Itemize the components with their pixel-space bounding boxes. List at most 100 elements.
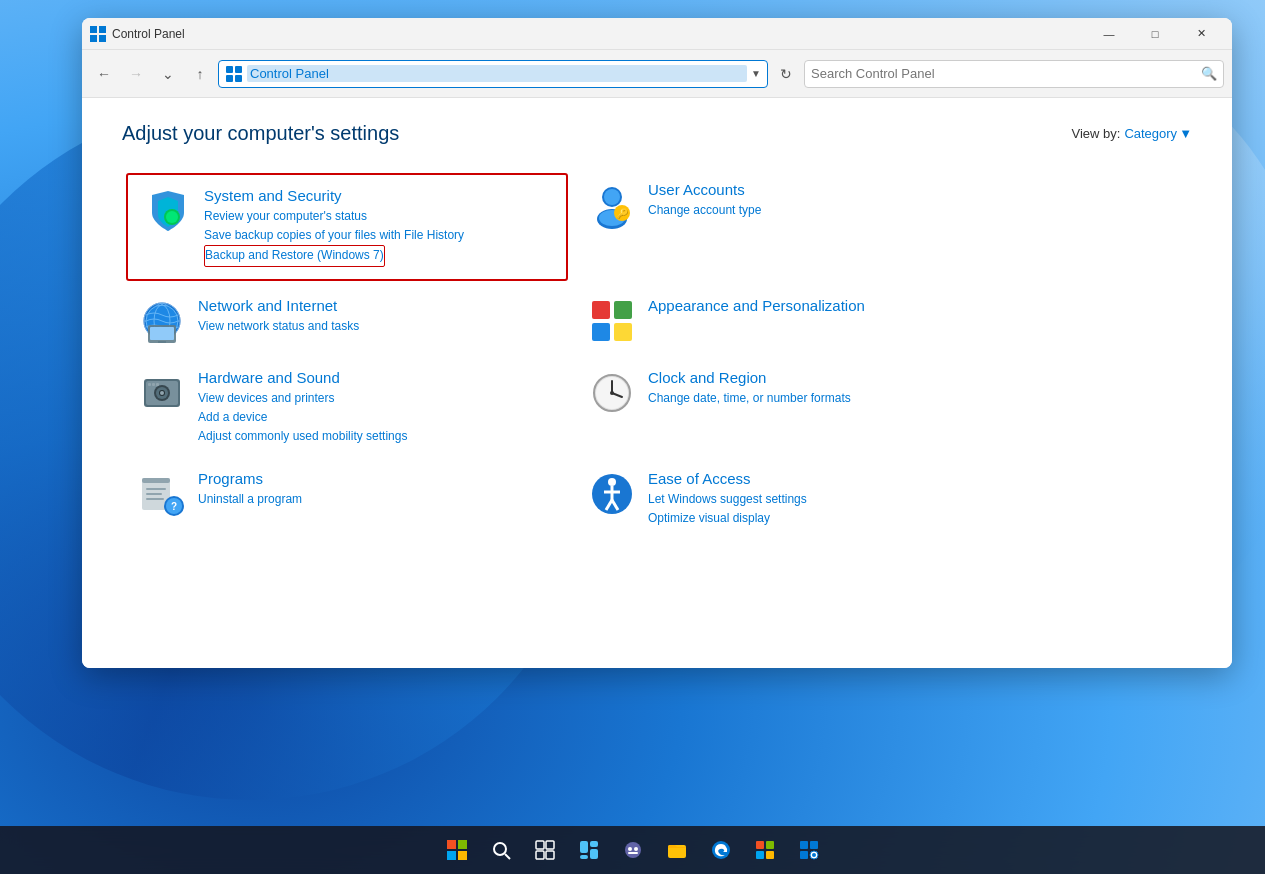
taskbar-start-button[interactable] <box>437 830 477 870</box>
hardware-title[interactable]: Hardware and Sound <box>198 369 556 386</box>
up-button[interactable]: ↑ <box>186 60 214 88</box>
svg-rect-29 <box>614 301 632 319</box>
taskbar-settings-button[interactable] <box>789 830 829 870</box>
title-bar: Control Panel — □ ✕ <box>82 18 1232 50</box>
ease-access-title[interactable]: Ease of Access <box>648 470 1006 487</box>
close-button[interactable]: ✕ <box>1178 18 1224 50</box>
svg-point-38 <box>160 391 164 395</box>
taskbar-store-button[interactable] <box>745 830 785 870</box>
svg-rect-27 <box>158 341 166 343</box>
content-area: Adjust your computer's settings View by:… <box>82 98 1232 668</box>
svg-rect-67 <box>536 841 544 849</box>
svg-rect-2 <box>90 35 97 42</box>
appearance-title[interactable]: Appearance and Personalization <box>648 297 1006 314</box>
clock-content: Clock and Region Change date, time, or n… <box>648 369 1006 408</box>
category-network: Network and Internet View network status… <box>122 285 572 357</box>
svg-point-76 <box>628 847 632 851</box>
network-title[interactable]: Network and Internet <box>198 297 556 314</box>
refresh-button[interactable]: ↻ <box>772 60 800 88</box>
hardware-link-2[interactable]: Adjust commonly used mobility settings <box>198 427 556 446</box>
taskbar-widgets-button[interactable] <box>569 830 609 870</box>
svg-rect-51 <box>146 498 164 500</box>
taskbar-taskview-button[interactable] <box>525 830 565 870</box>
svg-rect-64 <box>458 851 467 860</box>
system-security-content: System and Security Review your computer… <box>204 187 550 267</box>
taskbar-chat-button[interactable] <box>613 830 653 870</box>
appearance-content: Appearance and Personalization <box>648 297 1006 317</box>
category-hardware: Hardware and Sound View devices and prin… <box>122 357 572 459</box>
address-icon <box>225 65 243 83</box>
svg-rect-81 <box>756 841 764 849</box>
view-by-chevron-icon: ▼ <box>1179 126 1192 141</box>
window-controls: — □ ✕ <box>1086 18 1224 50</box>
svg-rect-39 <box>148 383 151 386</box>
address-input-wrapper[interactable]: Control Panel ▼ <box>218 60 768 88</box>
programs-title[interactable]: Programs <box>198 470 556 487</box>
system-security-link-1[interactable]: Save backup copies of your files with Fi… <box>204 226 550 245</box>
user-accounts-title[interactable]: User Accounts <box>648 181 1006 198</box>
address-bar: ← → ⌄ ↑ Control Panel ▼ ↻ 🔍 <box>82 50 1232 98</box>
forward-button[interactable]: → <box>122 60 150 88</box>
network-link-0[interactable]: View network status and tasks <box>198 317 556 336</box>
clock-link-0[interactable]: Change date, time, or number formats <box>648 389 1006 408</box>
svg-rect-50 <box>146 493 162 495</box>
minimize-button[interactable]: — <box>1086 18 1132 50</box>
svg-rect-61 <box>447 840 456 849</box>
svg-rect-82 <box>766 841 774 849</box>
taskbar-search-button[interactable] <box>481 830 521 870</box>
programs-link-0[interactable]: Uninstall a program <box>198 490 556 509</box>
svg-point-12 <box>604 189 620 205</box>
view-by-control: View by: Category ▼ <box>1071 126 1192 141</box>
svg-point-65 <box>494 843 506 855</box>
svg-rect-26 <box>150 327 174 340</box>
hardware-link-1[interactable]: Add a device <box>198 408 556 427</box>
user-accounts-content: User Accounts Change account type <box>648 181 1006 220</box>
svg-rect-1 <box>99 26 106 33</box>
window-title: Control Panel <box>112 27 1086 41</box>
user-accounts-link-0[interactable]: Change account type <box>648 201 1006 220</box>
recent-locations-button[interactable]: ⌄ <box>154 60 182 88</box>
network-icon <box>138 297 186 345</box>
svg-rect-86 <box>810 841 818 849</box>
view-by-value[interactable]: Category ▼ <box>1124 126 1192 141</box>
back-button[interactable]: ← <box>90 60 118 88</box>
taskbar-edge-button[interactable] <box>701 830 741 870</box>
system-security-link-2[interactable]: Backup and Restore (Windows 7) <box>205 246 384 265</box>
svg-rect-70 <box>546 851 554 859</box>
svg-rect-62 <box>458 840 467 849</box>
svg-rect-83 <box>756 851 764 859</box>
category-clock: Clock and Region Change date, time, or n… <box>572 357 1022 459</box>
clock-title[interactable]: Clock and Region <box>648 369 1006 386</box>
taskbar <box>0 826 1265 874</box>
network-content: Network and Internet View network status… <box>198 297 556 336</box>
category-user-accounts: 🔑 User Accounts Change account type <box>572 169 1022 285</box>
programs-icon: ? <box>138 470 186 518</box>
svg-rect-63 <box>447 851 456 860</box>
svg-rect-0 <box>90 26 97 33</box>
svg-rect-87 <box>800 851 808 859</box>
svg-rect-73 <box>580 855 588 859</box>
svg-rect-72 <box>590 841 598 847</box>
hardware-link-0[interactable]: View devices and printers <box>198 389 556 408</box>
system-security-title[interactable]: System and Security <box>204 187 550 204</box>
svg-text:?: ? <box>171 501 177 512</box>
category-appearance: Appearance and Personalization <box>572 285 1022 357</box>
svg-point-46 <box>610 391 614 395</box>
svg-rect-7 <box>235 75 242 82</box>
taskbar-explorer-button[interactable] <box>657 830 697 870</box>
address-dropdown-icon[interactable]: ▼ <box>751 68 761 79</box>
ease-access-link-0[interactable]: Let Windows suggest settings <box>648 490 1006 509</box>
svg-rect-84 <box>766 851 774 859</box>
ease-access-link-1[interactable]: Optimize visual display <box>648 509 1006 528</box>
system-security-link-0[interactable]: Review your computer's status <box>204 207 550 226</box>
svg-rect-49 <box>146 488 166 490</box>
svg-rect-5 <box>235 66 242 73</box>
svg-rect-74 <box>590 849 598 859</box>
address-text: Control Panel <box>247 65 747 82</box>
ease-access-content: Ease of Access Let Windows suggest setti… <box>648 470 1006 528</box>
search-input[interactable] <box>811 66 1201 81</box>
hardware-icon <box>138 369 186 417</box>
search-button[interactable]: 🔍 <box>1201 66 1217 81</box>
programs-content: Programs Uninstall a program <box>198 470 556 509</box>
maximize-button[interactable]: □ <box>1132 18 1178 50</box>
